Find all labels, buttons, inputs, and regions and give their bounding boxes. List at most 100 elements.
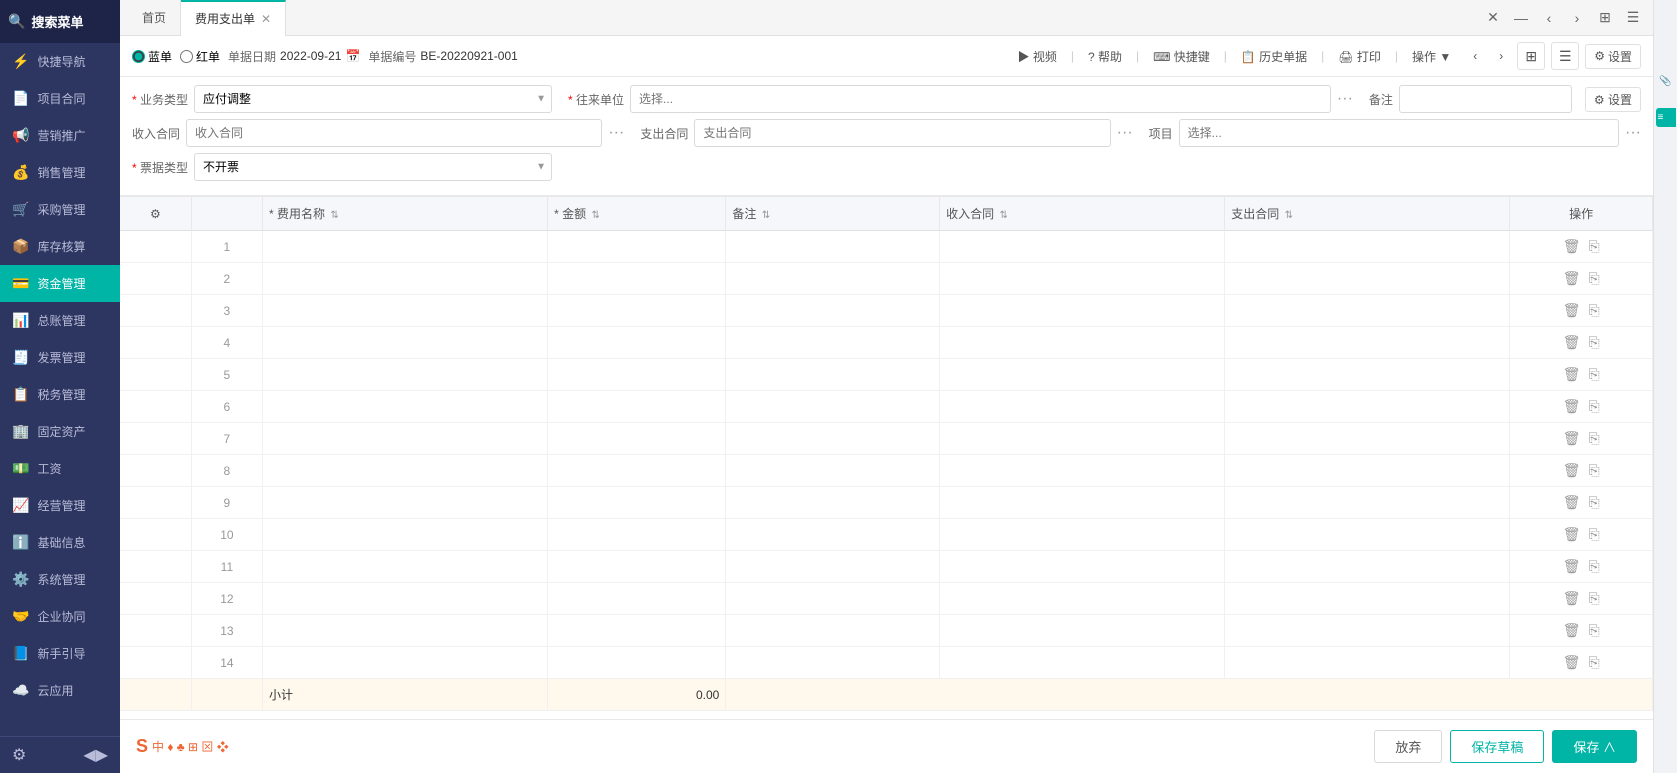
row-8-name[interactable] bbox=[263, 455, 548, 487]
radio-blue[interactable]: 蓝单 bbox=[132, 48, 172, 65]
row-8-note[interactable] bbox=[726, 455, 940, 487]
row-6-amount[interactable] bbox=[548, 391, 726, 423]
delete-icon-10[interactable]: 🗑 bbox=[1563, 526, 1581, 543]
save-draft-button[interactable]: 保存草稿 bbox=[1450, 730, 1544, 763]
row-4-note[interactable] bbox=[726, 327, 940, 359]
row-1-note[interactable] bbox=[726, 231, 940, 263]
row-4-name[interactable] bbox=[263, 327, 548, 359]
sidebar-item-capital-management[interactable]: 💳资金管理 bbox=[0, 265, 120, 302]
col-settings[interactable]: ⚙ bbox=[120, 197, 191, 231]
row-12-income[interactable] bbox=[940, 583, 1225, 615]
tab-expense-form[interactable]: 费用支出单 ✕ bbox=[181, 0, 286, 36]
row-2-note[interactable] bbox=[726, 263, 940, 295]
view-toggle-list[interactable]: ☰ bbox=[1551, 42, 1579, 70]
project-more-icon[interactable]: ··· bbox=[1625, 124, 1641, 142]
row-14-amount[interactable] bbox=[548, 647, 726, 679]
help-button[interactable]: ? 帮助 bbox=[1080, 45, 1130, 68]
row-12-amount[interactable] bbox=[548, 583, 726, 615]
income-contract-input[interactable] bbox=[186, 119, 602, 147]
delete-icon-11[interactable]: 🗑 bbox=[1563, 558, 1581, 575]
row-10-name[interactable] bbox=[263, 519, 548, 551]
gear-icon[interactable]: ⚙ bbox=[150, 207, 161, 221]
sidebar-item-sales-promotion[interactable]: 📢营销推广 bbox=[0, 117, 120, 154]
copy-icon-14[interactable]: ⎘ bbox=[1588, 654, 1599, 671]
row-14-name[interactable] bbox=[263, 647, 548, 679]
tab-home[interactable]: 首页 bbox=[128, 0, 181, 36]
row-5-amount[interactable] bbox=[548, 359, 726, 391]
delete-icon-13[interactable]: 🗑 bbox=[1563, 622, 1581, 639]
row-3-name[interactable] bbox=[263, 295, 548, 327]
settings-button[interactable]: ⚙ 设置 bbox=[1585, 44, 1641, 69]
row-13-expense[interactable] bbox=[1225, 615, 1510, 647]
copy-icon-3[interactable]: ⎘ bbox=[1588, 302, 1599, 319]
sidebar-item-sales-management[interactable]: 💰销售管理 bbox=[0, 154, 120, 191]
row-11-income[interactable] bbox=[940, 551, 1225, 583]
history-button[interactable]: 📋 历史单据 bbox=[1233, 45, 1315, 68]
tab-close-icon[interactable]: ✕ bbox=[261, 12, 271, 26]
tab-close-window[interactable]: ✕ bbox=[1481, 6, 1505, 30]
tab-prev[interactable]: ‹ bbox=[1537, 6, 1561, 30]
project-input[interactable] bbox=[1179, 119, 1619, 147]
row-14-note[interactable] bbox=[726, 647, 940, 679]
row-10-income[interactable] bbox=[940, 519, 1225, 551]
sidebar-item-enterprise-collab[interactable]: 🤝企业协同 bbox=[0, 598, 120, 635]
row-1-income[interactable] bbox=[940, 231, 1225, 263]
row-12-expense[interactable] bbox=[1225, 583, 1510, 615]
row-3-note[interactable] bbox=[726, 295, 940, 327]
row-5-note[interactable] bbox=[726, 359, 940, 391]
col-income[interactable]: 收入合同 ⇅ bbox=[940, 197, 1225, 231]
delete-icon-3[interactable]: 🗑 bbox=[1563, 302, 1581, 319]
right-panel-green-icon[interactable]: ≡ bbox=[1656, 108, 1676, 127]
note-input[interactable] bbox=[1399, 85, 1572, 113]
row-7-income[interactable] bbox=[940, 423, 1225, 455]
row-3-expense[interactable] bbox=[1225, 295, 1510, 327]
row-13-income[interactable] bbox=[940, 615, 1225, 647]
income-contract-more-icon[interactable]: ··· bbox=[608, 124, 624, 142]
shortcuts-button[interactable]: ⌨ 快捷键 bbox=[1145, 45, 1218, 68]
row-7-amount[interactable] bbox=[548, 423, 726, 455]
sort-note-icon[interactable]: ⇅ bbox=[762, 210, 770, 221]
delete-icon-12[interactable]: 🗑 bbox=[1563, 590, 1581, 607]
sidebar-item-new-user-guide[interactable]: 📘新手引导 bbox=[0, 635, 120, 672]
sound-icon[interactable]: ◀▶ bbox=[83, 745, 108, 765]
sidebar-item-system-management[interactable]: ⚙️系统管理 bbox=[0, 561, 120, 598]
row-11-amount[interactable] bbox=[548, 551, 726, 583]
row-4-expense[interactable] bbox=[1225, 327, 1510, 359]
sidebar-item-invoice-management[interactable]: 🧾发票管理 bbox=[0, 339, 120, 376]
sidebar-item-quick-nav[interactable]: ⚡快捷导航 bbox=[0, 43, 120, 80]
delete-icon-7[interactable]: 🗑 bbox=[1563, 430, 1581, 447]
row-13-note[interactable] bbox=[726, 615, 940, 647]
row-11-note[interactable] bbox=[726, 551, 940, 583]
discard-button[interactable]: 放弃 bbox=[1374, 730, 1442, 763]
sidebar-header[interactable]: 🔍 搜索菜单 bbox=[0, 0, 120, 43]
row-5-expense[interactable] bbox=[1225, 359, 1510, 391]
radio-red[interactable]: 红单 bbox=[180, 48, 220, 65]
row-8-income[interactable] bbox=[940, 455, 1225, 487]
tab-list-view[interactable]: ☰ bbox=[1621, 6, 1645, 30]
row-3-income[interactable] bbox=[940, 295, 1225, 327]
right-panel-attach-icon[interactable]: 📎 bbox=[1656, 60, 1676, 100]
col-name[interactable]: * 费用名称 ⇅ bbox=[263, 197, 548, 231]
tab-next[interactable]: › bbox=[1565, 6, 1589, 30]
col-amount[interactable]: * 金额 ⇅ bbox=[548, 197, 726, 231]
row-2-expense[interactable] bbox=[1225, 263, 1510, 295]
copy-icon-11[interactable]: ⎘ bbox=[1588, 558, 1599, 575]
row-7-note[interactable] bbox=[726, 423, 940, 455]
row-2-income[interactable] bbox=[940, 263, 1225, 295]
sort-name-icon[interactable]: ⇅ bbox=[330, 210, 338, 221]
top-settings-button[interactable]: ⚙ 设置 bbox=[1585, 87, 1641, 112]
sidebar-item-salary[interactable]: 💵工资 bbox=[0, 450, 120, 487]
sidebar-item-fixed-assets[interactable]: 🏢固定资产 bbox=[0, 413, 120, 450]
sidebar-item-accounting[interactable]: 📊总账管理 bbox=[0, 302, 120, 339]
copy-icon-2[interactable]: ⎘ bbox=[1588, 270, 1599, 287]
row-2-amount[interactable] bbox=[548, 263, 726, 295]
copy-icon-7[interactable]: ⎘ bbox=[1588, 430, 1599, 447]
row-3-amount[interactable] bbox=[548, 295, 726, 327]
copy-icon-12[interactable]: ⎘ bbox=[1588, 590, 1599, 607]
row-10-amount[interactable] bbox=[548, 519, 726, 551]
row-12-name[interactable] bbox=[263, 583, 548, 615]
nav-left[interactable]: ‹ bbox=[1465, 46, 1485, 66]
row-6-note[interactable] bbox=[726, 391, 940, 423]
expense-contract-more-icon[interactable]: ··· bbox=[1117, 124, 1133, 142]
row-13-amount[interactable] bbox=[548, 615, 726, 647]
